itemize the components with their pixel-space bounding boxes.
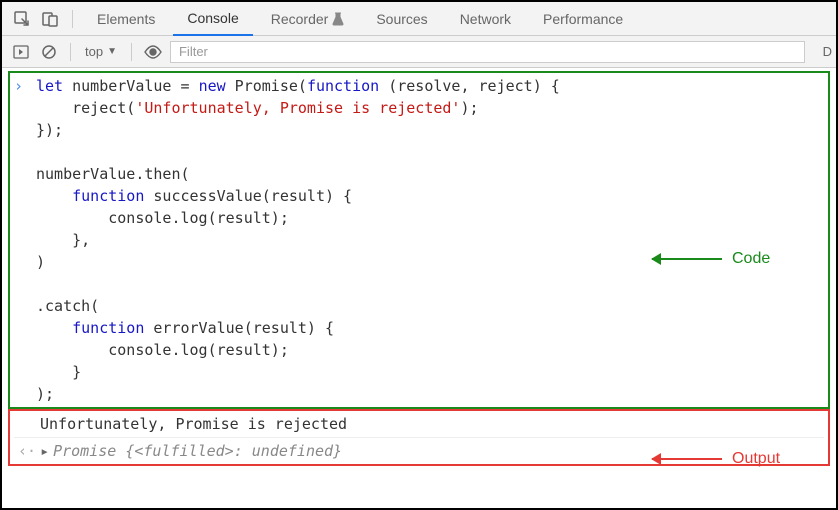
- context-picker[interactable]: top ▼: [81, 44, 121, 59]
- right-indicator: D: [819, 44, 836, 59]
- eye-icon[interactable]: [142, 41, 164, 63]
- clear-console-icon[interactable]: [38, 41, 60, 63]
- arrow-icon: [652, 458, 722, 460]
- annotation-code-label: Code: [732, 250, 770, 268]
- arrow-icon: [652, 258, 722, 260]
- filter-input[interactable]: [170, 41, 805, 63]
- device-toolbar-icon[interactable]: [38, 7, 62, 31]
- console-toolbar: top ▼ D: [2, 36, 836, 68]
- inspect-icon[interactable]: [10, 7, 34, 31]
- code-region: ›let numberValue = new Promise(function …: [8, 71, 830, 409]
- divider: [72, 10, 73, 28]
- tab-performance[interactable]: Performance: [529, 2, 637, 36]
- devtools-tabbar: Elements Console Recorder Sources Networ…: [2, 2, 836, 36]
- context-label: top: [85, 44, 103, 59]
- beaker-icon: [332, 12, 344, 26]
- annotation-output: Output: [652, 450, 780, 468]
- tab-elements[interactable]: Elements: [83, 2, 169, 36]
- divider: [70, 43, 71, 61]
- annotation-output-label: Output: [732, 450, 780, 468]
- tab-console[interactable]: Console: [173, 2, 252, 36]
- divider: [131, 43, 132, 61]
- console-body: ›let numberValue = new Promise(function …: [2, 71, 836, 466]
- chevron-down-icon: ▼: [107, 46, 117, 57]
- tab-recorder-label: Recorder: [271, 11, 329, 27]
- tab-recorder[interactable]: Recorder: [257, 2, 359, 36]
- annotation-code: Code: [652, 250, 770, 268]
- console-log-output: Unfortunately, Promise is rejected: [14, 411, 824, 437]
- expand-triangle-icon[interactable]: ▸: [40, 440, 49, 462]
- tab-network[interactable]: Network: [446, 2, 525, 36]
- sidebar-toggle-icon[interactable]: [10, 41, 32, 63]
- tab-sources[interactable]: Sources: [362, 2, 441, 36]
- return-arrow-icon: ‹·: [18, 440, 36, 462]
